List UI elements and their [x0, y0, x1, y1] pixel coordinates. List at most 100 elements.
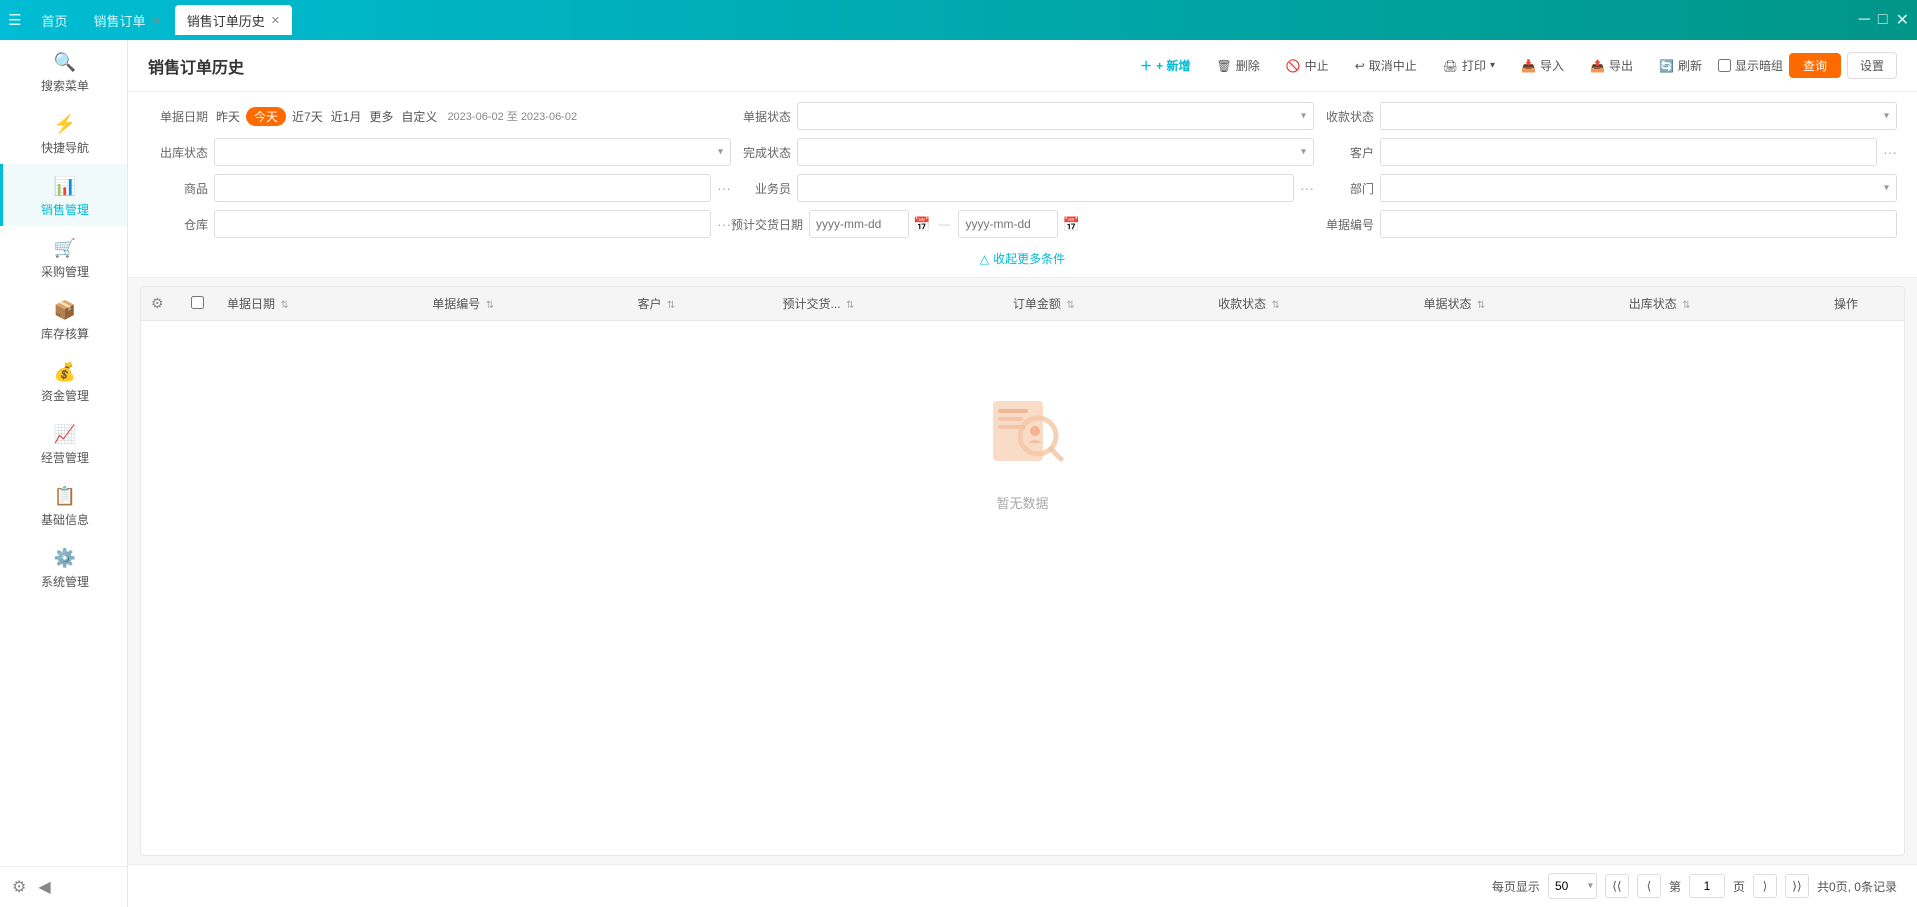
th-actions: 操作 [1824, 287, 1904, 321]
page-last-button[interactable]: ⟩⟩ [1785, 874, 1809, 898]
tab-sales-order-close[interactable]: ✕ [151, 14, 160, 27]
topbar-maximize[interactable]: □ [1878, 11, 1888, 29]
filter-row-3: 商品 ··· 业务员 ··· 部门 ▾ [148, 174, 1897, 202]
th-number-sort: ⇅ [486, 300, 494, 311]
refresh-button[interactable]: 🔄 刷新 [1649, 53, 1712, 78]
tab-sales-order[interactable]: 销售订单 ✕ [81, 5, 172, 35]
tab-home[interactable]: 首页 [29, 5, 79, 35]
warehouse-input[interactable] [214, 210, 711, 238]
order-number-input[interactable] [1380, 210, 1897, 238]
th-date[interactable]: 单据日期 ⇅ [217, 287, 422, 321]
th-settings[interactable]: ⚙ [141, 287, 181, 321]
page-header: 销售订单历史 ＋ + 新增 🗑 删除 🚫 中止 ↩ 取消中止 [128, 40, 1917, 92]
display-columns-checkbox-wrap[interactable]: 显示暗组 [1718, 57, 1783, 74]
sidebar-item-quick-nav[interactable]: ⚡ 快捷导航 [0, 102, 127, 164]
th-customer[interactable]: 客户 ⇅ [628, 287, 773, 321]
th-checkbox[interactable] [181, 287, 217, 321]
select-all-checkbox[interactable] [191, 296, 204, 309]
warehouse-dots[interactable]: ··· [717, 216, 731, 232]
empty-illustration [973, 381, 1073, 481]
sidebar-item-sys-mgmt[interactable]: ⚙️ 系统管理 [0, 536, 127, 598]
sidebar-item-search-menu[interactable]: 🔍 搜索菜单 [0, 40, 127, 102]
date-7days[interactable]: 近7天 [290, 108, 325, 125]
topbar-close[interactable]: ✕ [1896, 10, 1909, 30]
date-more[interactable]: 更多 [367, 108, 395, 125]
customer-dots[interactable]: ··· [1883, 144, 1897, 160]
collapse-more[interactable]: △ 收起更多条件 [148, 246, 1897, 267]
page-size-select[interactable]: 50 10 20 100 [1548, 873, 1597, 899]
date-divider: — [938, 217, 950, 231]
sidebar-item-sales-mgmt[interactable]: 📊 销售管理 [0, 164, 127, 226]
add-button[interactable]: ＋ + 新增 [1130, 53, 1200, 78]
sidebar-item-operations-label: 经营管理 [41, 449, 89, 466]
page-next-button[interactable]: ⟩ [1753, 874, 1777, 898]
search-menu-icon[interactable]: ☰ [8, 11, 21, 29]
tab-home-label: 首页 [41, 11, 67, 30]
sidebar-settings-icon[interactable]: ⚙ [12, 877, 26, 897]
delete-button[interactable]: 🗑 删除 [1206, 53, 1269, 78]
th-order-status[interactable]: 单据状态 ⇅ [1413, 287, 1618, 321]
filter-completion-status: 完成状态 ▾ [731, 138, 1314, 166]
expected-delivery-start-icon[interactable]: 📅 [913, 216, 930, 233]
page-label-before: 第 [1669, 878, 1681, 895]
import-button[interactable]: 📥 导入 [1511, 53, 1574, 78]
sidebar-item-purchase-mgmt[interactable]: 🛒 采购管理 [0, 226, 127, 288]
collapse-arrow: △ [980, 252, 989, 266]
expected-delivery-end-icon[interactable]: 📅 [1062, 216, 1079, 233]
salesperson-dots[interactable]: ··· [1300, 180, 1314, 196]
table-footer: 每页显示 50 10 20 100 ▾ ⟨⟨ ⟨ 第 页 ⟩ ⟩⟩ 共0页, 0… [128, 864, 1917, 907]
finance-icon: 💰 [54, 362, 76, 383]
stop-button[interactable]: 🚫 中止 [1276, 53, 1339, 78]
filter-area: 单据日期 昨天 今天 近7天 近1月 更多 自定义 2023-06-02 至 2… [128, 92, 1917, 278]
expected-delivery-date-wrap: 📅 — 📅 [809, 210, 1314, 238]
page-first-button[interactable]: ⟨⟨ [1605, 874, 1629, 898]
delivery-status-select[interactable] [214, 138, 731, 166]
date-today[interactable]: 今天 [246, 107, 286, 126]
sidebar-collapse-icon[interactable]: ◀ [38, 877, 50, 897]
filter-product: 商品 ··· [148, 174, 731, 202]
payment-status-select[interactable] [1380, 102, 1897, 130]
display-columns-checkbox[interactable] [1718, 59, 1731, 72]
date-yesterday[interactable]: 昨天 [214, 108, 242, 125]
filter-delivery-status: 出库状态 ▾ [148, 138, 731, 166]
date-custom[interactable]: 自定义 [399, 108, 439, 125]
expected-delivery-label: 预计交货日期 [731, 216, 803, 233]
order-number-label: 单据编号 [1314, 216, 1374, 233]
order-status-select[interactable] [797, 102, 1314, 130]
date-1month[interactable]: 近1月 [329, 108, 364, 125]
expected-delivery-start[interactable] [809, 210, 909, 238]
sidebar-item-inventory[interactable]: 📦 库存核算 [0, 288, 127, 350]
export-button[interactable]: 📤 导出 [1580, 53, 1643, 78]
cancel-stop-button[interactable]: ↩ 取消中止 [1345, 53, 1427, 78]
th-delivery-date[interactable]: 预计交货... ⇅ [773, 287, 1003, 321]
completion-status-select[interactable] [797, 138, 1314, 166]
salesperson-label: 业务员 [731, 180, 791, 197]
page-number-input[interactable] [1689, 874, 1725, 898]
print-button[interactable]: 🖨 打印 [1433, 53, 1505, 78]
total-text: 共0页, 0条记录 [1817, 878, 1897, 895]
department-select[interactable] [1380, 174, 1897, 202]
settings-button[interactable]: 设置 [1847, 52, 1897, 79]
th-payment-status[interactable]: 收款状态 ⇅ [1208, 287, 1413, 321]
customer-input[interactable] [1380, 138, 1877, 166]
page-prev-button[interactable]: ⟨ [1637, 874, 1661, 898]
sidebar-item-finance[interactable]: 💰 资金管理 [0, 350, 127, 412]
product-dots[interactable]: ··· [717, 180, 731, 196]
filter-payment-status: 收款状态 ▾ [1314, 102, 1897, 130]
salesperson-input[interactable] [797, 174, 1294, 202]
expected-delivery-end[interactable] [958, 210, 1058, 238]
order-status-select-wrap: ▾ [797, 102, 1314, 130]
tab-sales-order-history-close[interactable]: ✕ [271, 14, 280, 27]
sidebar-item-basic-info[interactable]: 📋 基础信息 [0, 474, 127, 536]
delivery-status-select-wrap: ▾ [214, 138, 731, 166]
topbar-minimize[interactable]: ─ [1859, 11, 1870, 29]
th-number[interactable]: 单据编号 ⇅ [422, 287, 627, 321]
th-delivery-status[interactable]: 出库状态 ⇅ [1619, 287, 1824, 321]
sidebar-item-operations[interactable]: 📈 经营管理 [0, 412, 127, 474]
query-button[interactable]: 查询 [1789, 53, 1841, 78]
th-amount[interactable]: 订单金额 ⇅ [1003, 287, 1208, 321]
table-settings-icon[interactable]: ⚙ [151, 295, 164, 311]
tab-sales-order-history[interactable]: 销售订单历史 ✕ [175, 5, 292, 35]
product-input[interactable] [214, 174, 711, 202]
sidebar-footer: ⚙ ◀ [0, 866, 127, 907]
